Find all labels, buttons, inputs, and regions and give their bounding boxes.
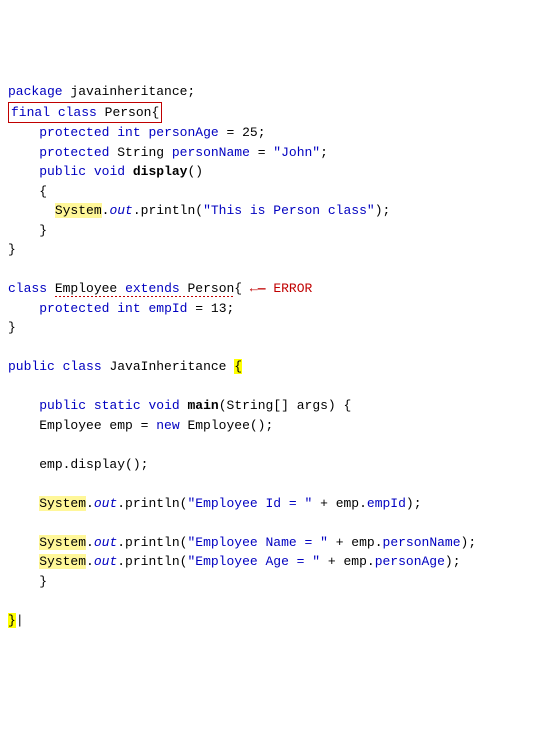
string-person-msg: "This is Person class" [203, 203, 375, 218]
close: ); [461, 535, 477, 550]
keyword-class: class [58, 105, 97, 120]
string-empage: "Employee Age = " [187, 554, 320, 569]
class-person-ref: Person [187, 281, 234, 296]
keyword-protected: protected [39, 125, 109, 140]
plus-emp: + emp. [312, 496, 367, 511]
brace-close-highlighted: } [8, 613, 16, 628]
field-personAge: personAge [148, 125, 218, 140]
println-call: .println( [133, 203, 203, 218]
class-person: Person [105, 105, 152, 120]
keyword-int: int [117, 125, 140, 140]
keyword-extends: extends [125, 281, 180, 296]
assign-25: = 25; [219, 125, 266, 140]
dot: . [86, 535, 94, 550]
close: ); [445, 554, 461, 569]
keyword-package: package [8, 84, 63, 99]
highlighted-declaration: final class Person{ [8, 102, 162, 124]
println-call: .println( [117, 535, 187, 550]
brace-highlighted: { [234, 359, 242, 374]
main-args: (String[] args) { [219, 398, 352, 413]
keyword-final: final [11, 105, 50, 120]
code-editor[interactable]: package javainheritance; final class Per… [8, 82, 549, 630]
emp-new: Employee(); [180, 418, 274, 433]
ref-empId: empId [367, 496, 406, 511]
ref-system: System [55, 203, 102, 218]
plus-emp: + emp. [328, 535, 383, 550]
keyword-protected: protected [39, 145, 109, 160]
cursor: | [16, 613, 24, 628]
semicolon: ; [320, 145, 328, 160]
ref-out: out [94, 496, 117, 511]
keyword-public: public [39, 398, 86, 413]
dot: . [86, 554, 94, 569]
emp-display-call: emp.display(); [39, 457, 148, 472]
assign-eq: = [250, 145, 273, 160]
close: ); [406, 496, 422, 511]
package-name: javainheritance; [63, 84, 196, 99]
ref-out: out [109, 203, 132, 218]
ref-personName: personName [383, 535, 461, 550]
ref-system: System [39, 496, 86, 511]
type-string: String [117, 145, 164, 160]
keyword-class: class [8, 281, 47, 296]
ref-personAge: personAge [375, 554, 445, 569]
keyword-protected: protected [39, 301, 109, 316]
close: ); [375, 203, 391, 218]
keyword-void: void [94, 164, 125, 179]
class-javainheritance: JavaInheritance [109, 359, 226, 374]
string-empid: "Employee Id = " [187, 496, 312, 511]
field-empId: empId [148, 301, 187, 316]
ref-system: System [39, 535, 86, 550]
keyword-public: public [39, 164, 86, 179]
keyword-void: void [148, 398, 179, 413]
ref-out: out [94, 535, 117, 550]
method-main: main [188, 398, 219, 413]
error-underline: Employee extends Person [55, 281, 234, 297]
assign-13: = 13; [187, 301, 234, 316]
keyword-new: new [156, 418, 179, 433]
method-display: display [133, 164, 188, 179]
field-personName: personName [172, 145, 250, 160]
brace-open: { [151, 105, 159, 120]
dot: . [86, 496, 94, 511]
plus-emp: + emp. [320, 554, 375, 569]
emp-declaration: Employee emp = [39, 418, 156, 433]
error-label: ERROR [273, 281, 312, 296]
arrow-icon: ←— [250, 281, 266, 296]
ref-out: out [94, 554, 117, 569]
string-john: "John" [273, 145, 320, 160]
println-call: .println( [117, 496, 187, 511]
string-empname: "Employee Name = " [187, 535, 327, 550]
keyword-public: public [8, 359, 55, 374]
keyword-static: static [94, 398, 141, 413]
keyword-class: class [63, 359, 102, 374]
println-call: .println( [117, 554, 187, 569]
parens: () [187, 164, 203, 179]
keyword-int: int [117, 301, 140, 316]
class-employee: Employee [55, 281, 117, 296]
ref-system: System [39, 554, 86, 569]
